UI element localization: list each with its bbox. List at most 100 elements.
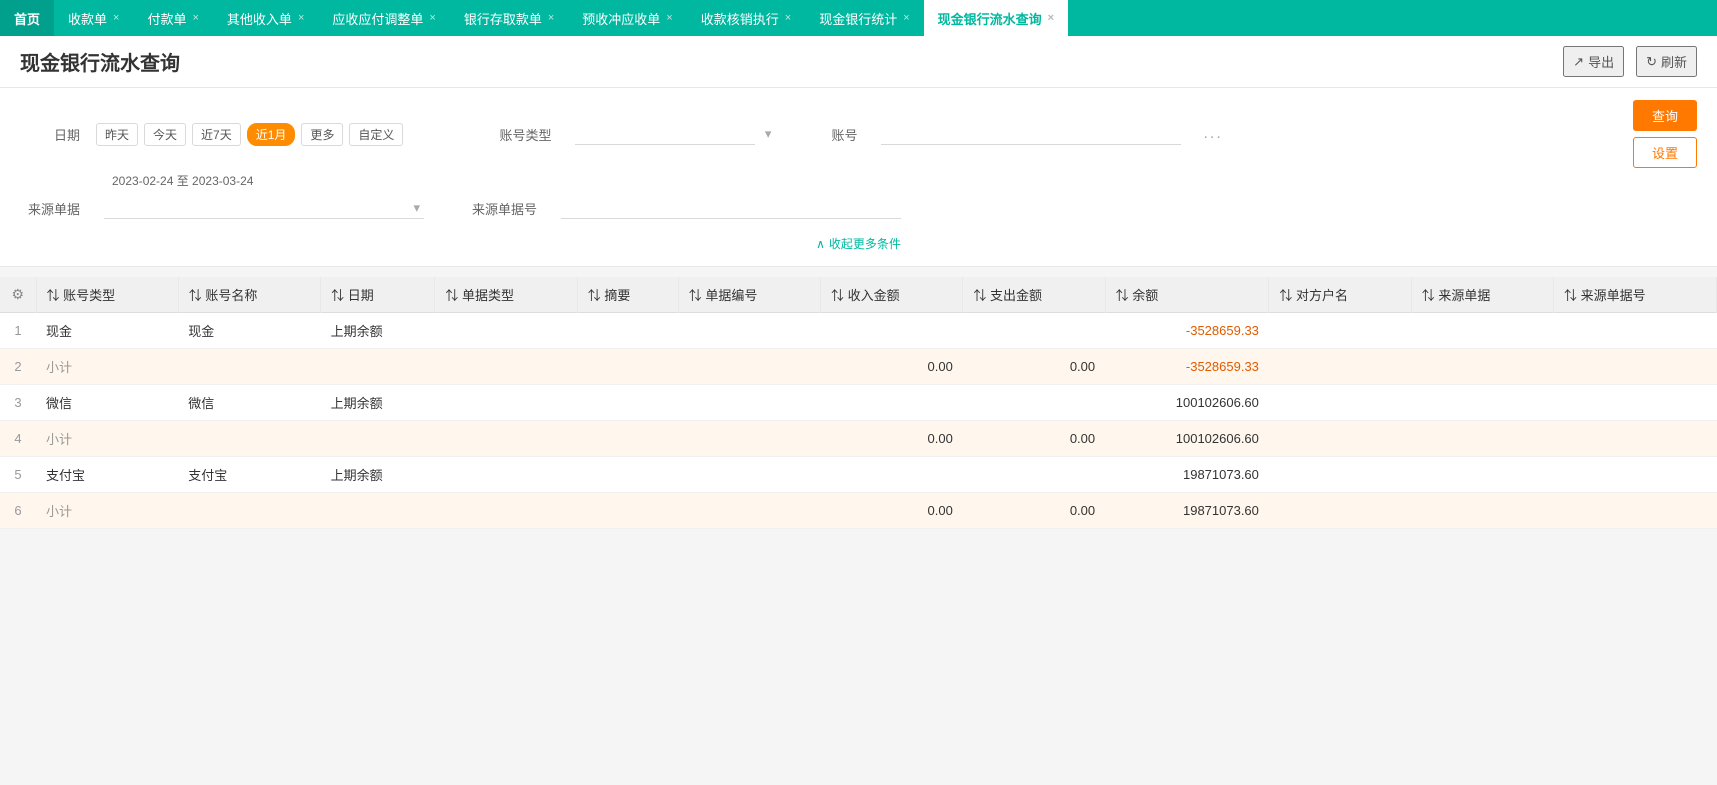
table-body: 1 现金 现金 上期余额 -3528659.33 2 小计 0.00 0.00 … — [0, 313, 1717, 529]
col-account-name: ⇅ 账号名称 — [178, 277, 320, 313]
cell-balance: 19871073.60 — [1105, 493, 1269, 529]
nav-item-ar-ap-adjust[interactable]: 应收应付调整单× — [318, 0, 449, 36]
export-button[interactable]: ↗ 导出 — [1563, 46, 1624, 77]
cell-doc-no — [678, 457, 820, 493]
cell-account-type: 支付宝 — [36, 457, 178, 493]
account-input[interactable] — [881, 123, 1181, 145]
refresh-button[interactable]: ↻ 刷新 — [1636, 46, 1697, 77]
cell-income: 0.00 — [821, 421, 963, 457]
cell-source-doc — [1411, 313, 1553, 349]
cell-summary — [577, 349, 678, 385]
source-doc-label: 来源单据 — [20, 199, 80, 218]
account-type-select[interactable] — [575, 123, 755, 145]
cell-date — [321, 421, 435, 457]
nav-item-other-income[interactable]: 其他收入单× — [213, 0, 318, 36]
cell-source-doc-no — [1554, 457, 1717, 493]
cell-account-name: 支付宝 — [178, 457, 320, 493]
col-balance-label: ⇅ 余额 — [1116, 288, 1159, 303]
col-source-doc-no-label: ⇅ 来源单据号 — [1564, 288, 1646, 303]
nav-item-receipt[interactable]: 收款单× — [54, 0, 133, 36]
date-btn-7days[interactable]: 近7天 — [192, 123, 241, 146]
filter-area: 日期 昨天 今天 近7天 近1月 更多 自定义 账号类型 账号 ... 查询 设… — [0, 88, 1717, 267]
table-row: 4 小计 0.00 0.00 100102606.60 — [0, 421, 1717, 457]
nav-close-cash-bank-flow[interactable]: × — [1048, 12, 1054, 24]
cell-doc-type — [435, 421, 577, 457]
col-income: ⇅ 收入金额 — [821, 277, 963, 313]
nav-close-payment[interactable]: × — [192, 12, 198, 24]
cell-expense: 0.00 — [963, 349, 1105, 385]
cell-doc-type — [435, 313, 577, 349]
cell-account-type: 小计 — [36, 421, 178, 457]
source-doc-select[interactable] — [104, 197, 424, 219]
nav-item-cash-bank-stats[interactable]: 现金银行统计× — [805, 0, 923, 36]
col-account-name-label: ⇅ 账号名称 — [189, 288, 258, 303]
source-doc-no-input[interactable] — [561, 197, 901, 219]
more-dots[interactable]: ... — [1203, 125, 1222, 143]
date-btn-more[interactable]: 更多 — [301, 123, 343, 146]
nav-item-collection-exec[interactable]: 收款核销执行× — [687, 0, 805, 36]
table-row: 3 微信 微信 上期余额 100102606.60 — [0, 385, 1717, 421]
cell-doc-no — [678, 313, 820, 349]
cell-source-doc — [1411, 493, 1553, 529]
collapse-bar[interactable]: ∧ 收起更多条件 — [20, 229, 1697, 254]
settings-button[interactable]: 设置 — [1633, 137, 1697, 168]
row-num: 2 — [0, 349, 36, 385]
col-doc-type-label: ⇅ 单据类型 — [445, 288, 514, 303]
cell-summary — [577, 493, 678, 529]
cell-account-name: 现金 — [178, 313, 320, 349]
col-doc-type: ⇅ 单据类型 — [435, 277, 577, 313]
cell-doc-no — [678, 385, 820, 421]
col-date: ⇅ 日期 — [321, 277, 435, 313]
col-account-type-label: ⇅ 账号类型 — [47, 288, 116, 303]
nav-close-bank-deposit[interactable]: × — [548, 12, 554, 24]
cell-account-type: 微信 — [36, 385, 178, 421]
table-row: 2 小计 0.00 0.00 -3528659.33 — [0, 349, 1717, 385]
nav-item-bank-deposit[interactable]: 银行存取款单× — [450, 0, 568, 36]
date-buttons: 昨天 今天 近7天 近1月 更多 自定义 — [96, 123, 403, 146]
date-btn-1month[interactable]: 近1月 — [247, 123, 296, 146]
cell-source-doc-no — [1554, 385, 1717, 421]
nav-item-home[interactable]: 首页 — [0, 0, 54, 36]
cell-doc-type — [435, 457, 577, 493]
cell-date — [321, 349, 435, 385]
nav-close-cash-bank-stats[interactable]: × — [903, 12, 909, 24]
nav-close-ar-ap-adjust[interactable]: × — [429, 12, 435, 24]
cell-balance: 100102606.60 — [1105, 421, 1269, 457]
date-btn-yesterday[interactable]: 昨天 — [96, 123, 138, 146]
cell-expense: 0.00 — [963, 493, 1105, 529]
cell-date — [321, 493, 435, 529]
table-row: 1 现金 现金 上期余额 -3528659.33 — [0, 313, 1717, 349]
cell-doc-no — [678, 493, 820, 529]
cell-source-doc-no — [1554, 349, 1717, 385]
query-button[interactable]: 查询 — [1633, 100, 1697, 131]
header-actions: ↗ 导出 ↻ 刷新 — [1563, 46, 1697, 77]
nav-close-collection-exec[interactable]: × — [785, 12, 791, 24]
cell-summary — [577, 457, 678, 493]
nav-close-receipt[interactable]: × — [113, 12, 119, 24]
cell-doc-type — [435, 493, 577, 529]
gear-icon: ⚙ — [11, 286, 24, 303]
table-row: 5 支付宝 支付宝 上期余额 19871073.60 — [0, 457, 1717, 493]
cell-counterparty — [1269, 493, 1411, 529]
top-nav: 首页收款单×付款单×其他收入单×应收应付调整单×银行存取款单×预收冲应收单×收款… — [0, 0, 1717, 36]
nav-close-other-income[interactable]: × — [298, 12, 304, 24]
cell-income — [821, 457, 963, 493]
cell-source-doc — [1411, 457, 1553, 493]
nav-close-pre-collect[interactable]: × — [666, 12, 672, 24]
cell-balance: -3528659.33 — [1105, 349, 1269, 385]
account-type-label: 账号类型 — [499, 125, 551, 144]
nav-item-cash-bank-flow[interactable]: 现金银行流水查询× — [924, 0, 1068, 36]
flow-table: ⚙ ⇅ 账号类型 ⇅ 账号名称 ⇅ 日期 ⇅ 单据类型 ⇅ 摘要 ⇅ 单据编号 … — [0, 277, 1717, 529]
cell-account-name: 微信 — [178, 385, 320, 421]
date-btn-custom[interactable]: 自定义 — [349, 123, 403, 146]
col-counterparty-label: ⇅ 对方户名 — [1279, 288, 1348, 303]
date-btn-today[interactable]: 今天 — [144, 123, 186, 146]
table-header: ⚙ ⇅ 账号类型 ⇅ 账号名称 ⇅ 日期 ⇅ 单据类型 ⇅ 摘要 ⇅ 单据编号 … — [0, 277, 1717, 313]
table-row: 6 小计 0.00 0.00 19871073.60 — [0, 493, 1717, 529]
account-label: 账号 — [831, 125, 857, 144]
date-label: 日期 — [20, 125, 80, 144]
nav-item-pre-collect[interactable]: 预收冲应收单× — [568, 0, 686, 36]
nav-item-payment[interactable]: 付款单× — [133, 0, 212, 36]
col-gear[interactable]: ⚙ — [0, 277, 36, 313]
action-buttons: 查询 设置 — [1633, 100, 1697, 168]
